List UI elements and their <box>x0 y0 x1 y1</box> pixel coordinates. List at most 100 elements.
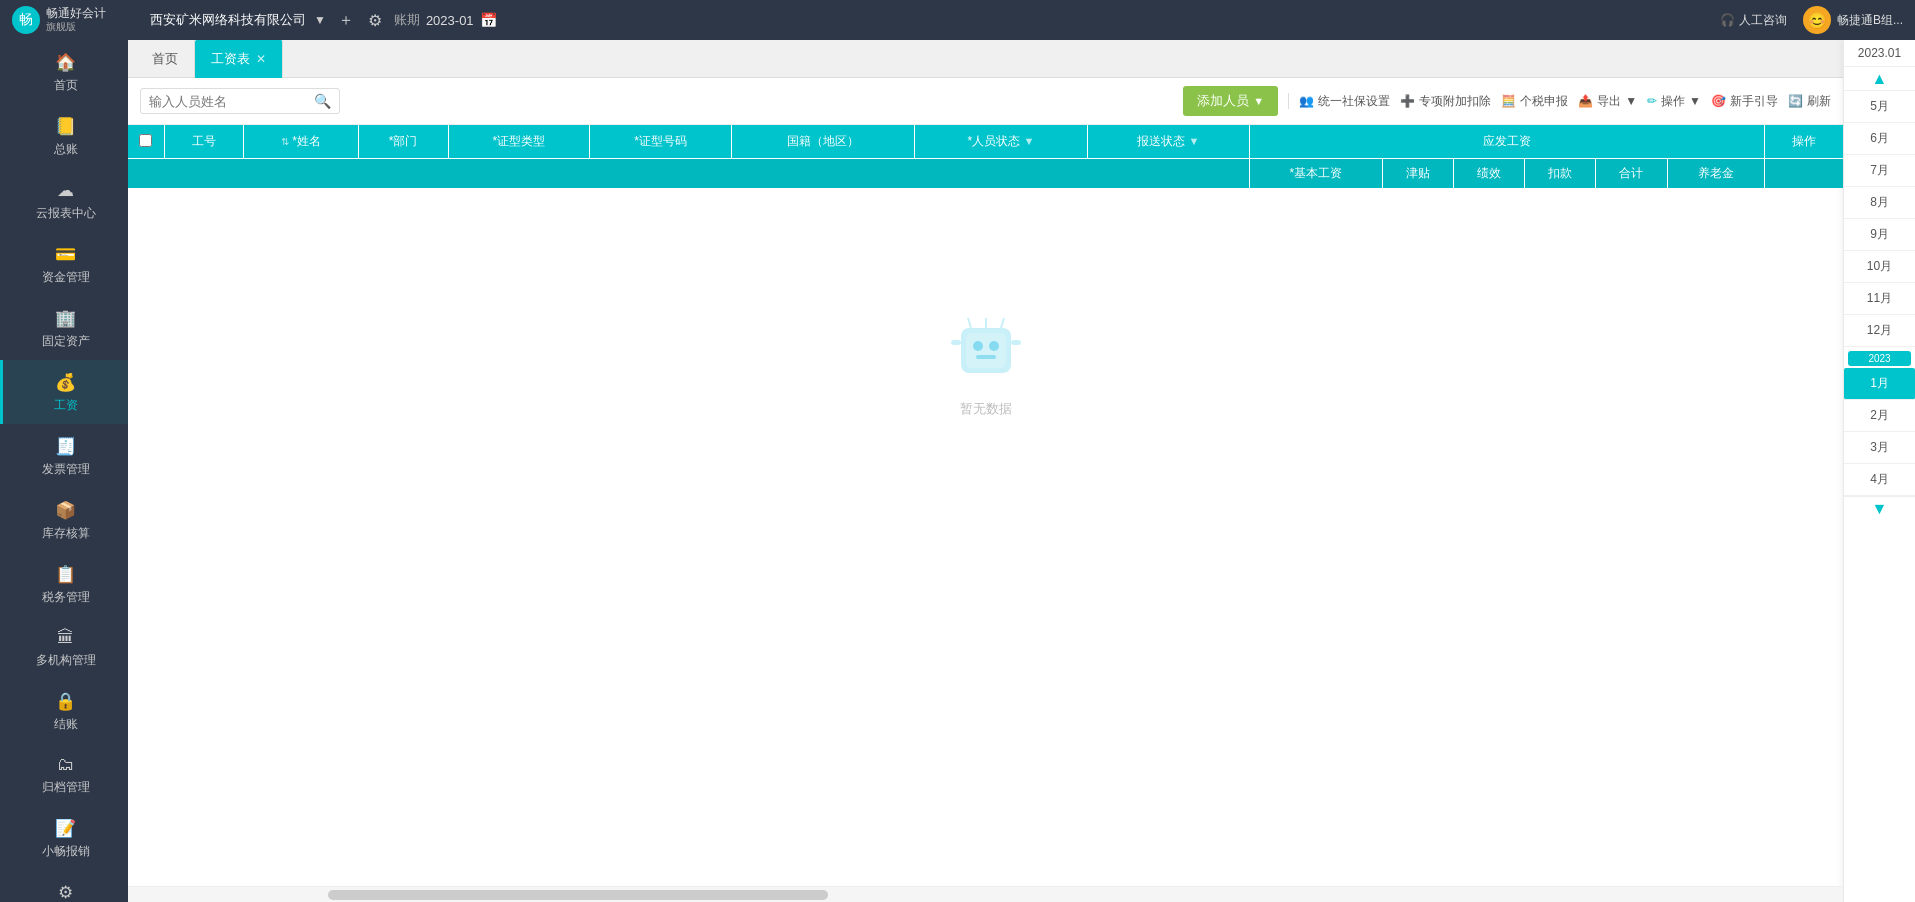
sidebar-item-close[interactable]: 🔒 结账 <box>0 679 128 743</box>
salary-table: 工号 ⇅ *姓名 *部门 *证型类型 *证型号码 国籍（地区） *人员状态 ▼ <box>128 125 1843 538</box>
date-item-7[interactable]: 7月 <box>1844 155 1915 187</box>
date-item-2023-4[interactable]: 4月 <box>1844 464 1915 496</box>
sidebar-item-tax[interactable]: 📋 税务管理 <box>0 552 128 616</box>
th-ops-sub <box>1764 159 1843 189</box>
sidebar-item-expense[interactable]: 📝 小畅报销 <box>0 806 128 870</box>
search-input[interactable] <box>149 94 308 109</box>
sidebar-label-close: 结账 <box>54 716 78 733</box>
sidebar-item-archive[interactable]: 🗂 归档管理 <box>0 743 128 806</box>
date-item-11[interactable]: 11月 <box>1844 283 1915 315</box>
support-button[interactable]: 🎧 人工咨询 <box>1720 12 1787 29</box>
company-dropdown-icon[interactable]: ▼ <box>314 13 326 27</box>
empty-state-cell: 暂无数据 <box>128 188 1843 538</box>
sidebar-item-multi-org[interactable]: 🏛 多机构管理 <box>0 616 128 679</box>
period-label: 账期 <box>394 11 420 29</box>
tab-salary-label: 工资表 <box>211 50 250 68</box>
new-guide-action[interactable]: 🎯 新手引导 <box>1711 93 1778 110</box>
calendar-icon[interactable]: 📅 <box>480 12 497 28</box>
th-sub-spacer <box>128 159 1249 189</box>
select-all-col[interactable] <box>128 125 164 159</box>
table-scrollbar-area[interactable] <box>128 886 1843 902</box>
personal-tax-label: 个税申报 <box>1520 93 1568 110</box>
name-sort-icon: ⇅ <box>281 136 289 147</box>
status-filter-icon[interactable]: ▼ <box>1023 135 1034 147</box>
sidebar-item-invoice[interactable]: 🧾 发票管理 <box>0 424 128 488</box>
sidebar-label-inventory: 库存核算 <box>42 525 90 542</box>
asset-icon: 🏢 <box>55 308 76 329</box>
user-area[interactable]: 😊 畅捷通B组... <box>1803 6 1903 34</box>
date-item-2023-1[interactable]: 1月 <box>1844 368 1915 400</box>
date-item-10[interactable]: 10月 <box>1844 251 1915 283</box>
select-all-checkbox[interactable] <box>139 134 152 147</box>
sidebar-item-asset[interactable]: 🏢 固定资产 <box>0 296 128 360</box>
tab-home-label: 首页 <box>152 50 178 68</box>
date-item-5[interactable]: 5月 <box>1844 91 1915 123</box>
date-nav-down[interactable]: ▼ <box>1844 496 1915 520</box>
special-deduct-icon: ➕ <box>1400 94 1415 108</box>
table-scrollbar-thumb[interactable] <box>328 890 828 900</box>
sidebar-item-salary[interactable]: 💰 工资 <box>0 360 128 424</box>
sidebar-item-cloud-report[interactable]: ☁ 云报表中心 <box>0 168 128 232</box>
table-wrapper: 工号 ⇅ *姓名 *部门 *证型类型 *证型号码 国籍（地区） *人员状态 ▼ <box>128 125 1843 886</box>
company-selector[interactable]: 西安矿米网络科技有限公司 ▼ <box>150 11 326 29</box>
date-item-9[interactable]: 9月 <box>1844 219 1915 251</box>
th-id-number: *证型号码 <box>590 125 732 159</box>
th-deductions: 扣款 <box>1525 159 1596 189</box>
th-operations: 操作 <box>1764 125 1843 159</box>
year-2023-badge: 2023 <box>1848 351 1911 366</box>
table-body: 暂无数据 <box>128 188 1843 538</box>
date-item-2023-2[interactable]: 2月 <box>1844 400 1915 432</box>
svg-rect-4 <box>976 355 996 359</box>
export-action[interactable]: 📤 导出 ▼ <box>1578 93 1637 110</box>
th-pension: 养老金 <box>1667 159 1764 189</box>
add-company-icon[interactable]: ＋ <box>338 10 354 31</box>
date-item-12[interactable]: 12月 <box>1844 315 1915 347</box>
date-item-8[interactable]: 8月 <box>1844 187 1915 219</box>
content-area: 首页 工资表 ✕ 🔍 添加人员 ▼ 👥 统一社保设置 <box>128 40 1843 902</box>
th-total: 合计 <box>1596 159 1667 189</box>
operations-action[interactable]: ✏ 操作 ▼ <box>1647 93 1701 110</box>
refresh-label: 刷新 <box>1807 93 1831 110</box>
report-filter-icon[interactable]: ▼ <box>1188 135 1199 147</box>
personal-tax-action[interactable]: 🧮 个税申报 <box>1501 93 1568 110</box>
add-person-dropdown-icon: ▼ <box>1253 95 1264 107</box>
search-wrapper[interactable]: 🔍 <box>140 88 340 114</box>
th-performance: 绩效 <box>1454 159 1525 189</box>
archive-icon: 🗂 <box>57 755 74 775</box>
add-person-button[interactable]: 添加人员 ▼ <box>1183 86 1278 116</box>
operations-icon: ✏ <box>1647 94 1657 108</box>
sidebar-item-fund[interactable]: 💳 资金管理 <box>0 232 128 296</box>
sidebar-label-fund: 资金管理 <box>42 269 90 286</box>
date-item-2023-3[interactable]: 3月 <box>1844 432 1915 464</box>
top-header: 畅 畅通好会计 旗舰版 西安矿米网络科技有限公司 ▼ ＋ ⚙ 账期 2023-0… <box>0 0 1915 40</box>
export-arrow-icon: ▼ <box>1625 94 1637 108</box>
social-security-action[interactable]: 👥 统一社保设置 <box>1299 93 1390 110</box>
sidebar-item-home[interactable]: 🏠 首页 <box>0 40 128 104</box>
operations-label: 操作 <box>1661 93 1685 110</box>
empty-state: 暂无数据 <box>128 188 1843 538</box>
sidebar-item-inventory[interactable]: 📦 库存核算 <box>0 488 128 552</box>
toolbar-divider-1 <box>1288 93 1289 109</box>
tab-salary[interactable]: 工资表 ✕ <box>195 40 283 78</box>
settings-icon[interactable]: ⚙ <box>368 11 382 30</box>
date-item-6[interactable]: 6月 <box>1844 123 1915 155</box>
close-accounts-icon: 🔒 <box>55 691 76 712</box>
svg-point-2 <box>973 341 983 351</box>
date-nav-up[interactable]: ▲ <box>1844 67 1915 91</box>
sidebar-item-ledger[interactable]: 📒 总账 <box>0 104 128 168</box>
sidebar-item-settings[interactable]: ⚙ 基础设置 <box>0 870 128 902</box>
sidebar-label-expense: 小畅报销 <box>42 843 90 860</box>
empty-icon <box>946 308 1026 388</box>
th-status[interactable]: *人员状态 ▼ <box>915 125 1087 159</box>
social-security-label: 统一社保设置 <box>1318 93 1390 110</box>
special-deduct-action[interactable]: ➕ 专项附加扣除 <box>1400 93 1491 110</box>
header-icons: ＋ ⚙ <box>338 10 382 31</box>
tab-home[interactable]: 首页 <box>136 40 195 78</box>
svg-point-3 <box>989 341 999 351</box>
refresh-action[interactable]: 🔄 刷新 <box>1788 93 1831 110</box>
special-deduct-label: 专项附加扣除 <box>1419 93 1491 110</box>
tab-close-icon[interactable]: ✕ <box>256 52 266 66</box>
th-report-status[interactable]: 报送状态 ▼ <box>1087 125 1249 159</box>
sidebar-label-tax: 税务管理 <box>42 589 90 606</box>
th-salary-group: 应发工资 <box>1249 125 1764 159</box>
